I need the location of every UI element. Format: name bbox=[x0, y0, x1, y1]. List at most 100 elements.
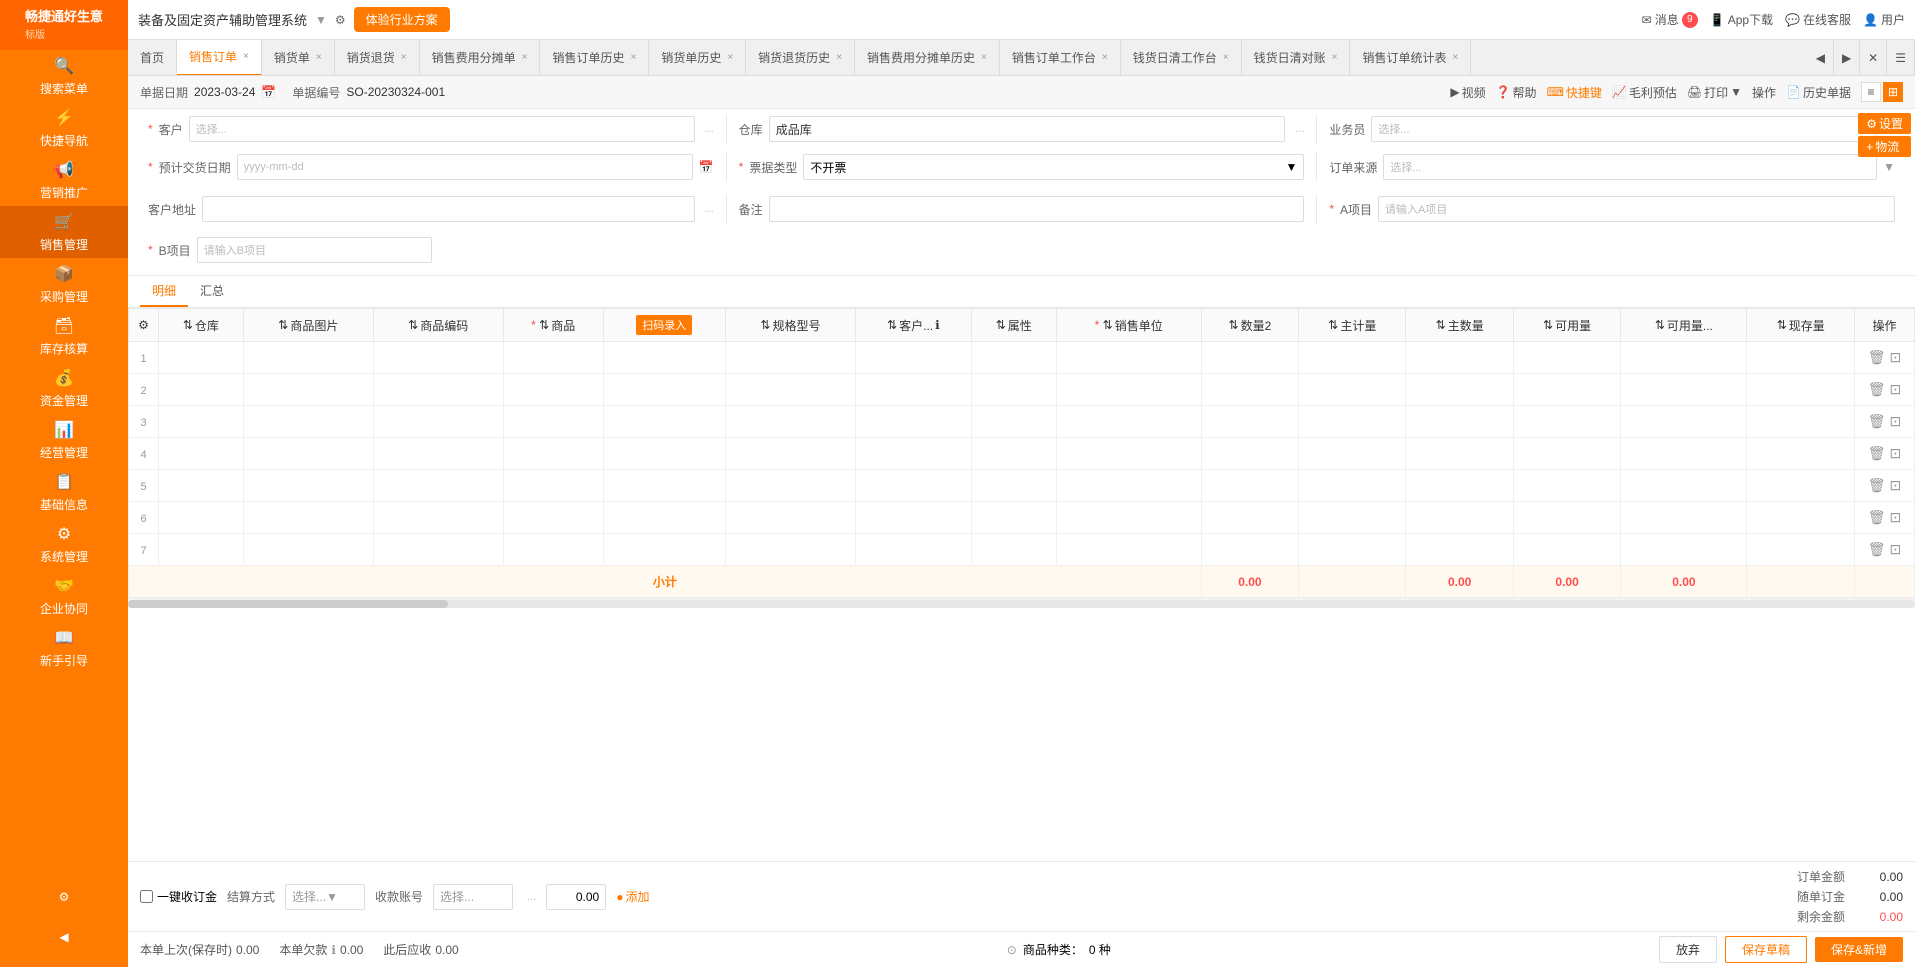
row-delete-4[interactable]: 🗑 bbox=[1868, 445, 1886, 462]
row-cell-4-6[interactable] bbox=[725, 438, 855, 470]
row-cell-3-12[interactable] bbox=[1406, 406, 1513, 438]
tab-close-7[interactable]: × bbox=[836, 52, 842, 63]
tab-close-8[interactable]: × bbox=[981, 52, 987, 63]
row-cell-2-6[interactable] bbox=[725, 374, 855, 406]
row-cell-7-4[interactable] bbox=[503, 534, 603, 566]
invoice-select[interactable]: 不开票 ▼ bbox=[803, 154, 1304, 180]
row-cell-6-5[interactable] bbox=[603, 502, 725, 534]
tab-11[interactable]: 钱货日清对账× bbox=[1242, 40, 1351, 76]
row-cell-5-7[interactable] bbox=[855, 470, 971, 502]
row-cell-2-7[interactable] bbox=[855, 374, 971, 406]
payment-method-select[interactable]: 选择... ▼ bbox=[285, 884, 365, 910]
row-cell-1-1[interactable] bbox=[159, 342, 244, 374]
tab-close-3[interactable]: × bbox=[401, 52, 407, 63]
row-cell-5-2[interactable] bbox=[243, 470, 373, 502]
tab-close-11[interactable]: × bbox=[1332, 52, 1338, 63]
row-cell-5-6[interactable] bbox=[725, 470, 855, 502]
row-cell-6-1[interactable] bbox=[159, 502, 244, 534]
row-cell-2-12[interactable] bbox=[1406, 374, 1513, 406]
staff-input[interactable]: 选择... bbox=[1371, 116, 1875, 142]
delivery-input[interactable]: yyyy-mm-dd bbox=[237, 154, 693, 180]
tab-menu-btn[interactable]: ☰ bbox=[1887, 40, 1915, 76]
history-btn[interactable]: 📄 历史单据 bbox=[1786, 84, 1851, 101]
tab-9[interactable]: 销售订单工作台× bbox=[1000, 40, 1121, 76]
row-cell-3-13[interactable] bbox=[1513, 406, 1620, 438]
order-source-dropdown-icon[interactable]: ▼ bbox=[1883, 160, 1895, 174]
row-cell-4-7[interactable] bbox=[855, 438, 971, 470]
address-more-btn[interactable]: ... bbox=[705, 203, 714, 215]
row-delete-7[interactable]: 🗑 bbox=[1868, 541, 1886, 558]
th-main-unit[interactable]: ⇅ 主计量 bbox=[1299, 309, 1406, 342]
th-image[interactable]: ⇅ 商品图片 bbox=[243, 309, 373, 342]
row-cell-1-14[interactable] bbox=[1621, 342, 1747, 374]
row-cell-1-9[interactable] bbox=[1056, 342, 1201, 374]
row-cell-7-13[interactable] bbox=[1513, 534, 1620, 566]
row-cell-2-13[interactable] bbox=[1513, 374, 1620, 406]
row-cell-2-5[interactable] bbox=[603, 374, 725, 406]
account-select[interactable]: 选择... bbox=[433, 884, 513, 910]
row-cell-1-6[interactable] bbox=[725, 342, 855, 374]
row-cell-7-5[interactable] bbox=[603, 534, 725, 566]
layout-list-btn[interactable]: ≡ bbox=[1861, 82, 1881, 102]
row-delete-1[interactable]: 🗑 bbox=[1868, 349, 1886, 366]
row-cell-7-9[interactable] bbox=[1056, 534, 1201, 566]
date-value[interactable]: 2023-03-24 bbox=[194, 85, 255, 99]
row-cell-6-15[interactable] bbox=[1747, 502, 1855, 534]
row-cell-5-9[interactable] bbox=[1056, 470, 1201, 502]
tab-close-9[interactable]: × bbox=[1102, 52, 1108, 63]
tab-close-all-btn[interactable]: ✕ bbox=[1860, 40, 1887, 76]
row-cell-5-5[interactable] bbox=[603, 470, 725, 502]
row-cell-1-12[interactable] bbox=[1406, 342, 1513, 374]
row-cell-7-3[interactable] bbox=[373, 534, 503, 566]
row-cell-4-2[interactable] bbox=[243, 438, 373, 470]
help-btn[interactable]: ❓ 帮助 bbox=[1496, 84, 1537, 101]
row-delete-2[interactable]: 🗑 bbox=[1868, 381, 1886, 398]
th-available[interactable]: ⇅ 可用量 bbox=[1513, 309, 1620, 342]
row-cell-3-15[interactable] bbox=[1747, 406, 1855, 438]
layout-grid-btn[interactable]: ⊞ bbox=[1883, 82, 1903, 102]
row-cell-6-4[interactable] bbox=[503, 502, 603, 534]
row-cell-4-8[interactable] bbox=[971, 438, 1056, 470]
th-main-qty[interactable]: ⇅ 主数量 bbox=[1406, 309, 1513, 342]
tab-4[interactable]: 销售费用分摊单× bbox=[420, 40, 541, 76]
row-cell-6-13[interactable] bbox=[1513, 502, 1620, 534]
shortcut-btn[interactable]: ⌨ 快捷键 bbox=[1547, 84, 1602, 101]
row-cell-5-15[interactable] bbox=[1747, 470, 1855, 502]
row-delete-6[interactable]: 🗑 bbox=[1868, 509, 1886, 526]
sidebar-item-guide[interactable]: 📖新手引导 bbox=[0, 622, 128, 674]
row-cell-2-9[interactable] bbox=[1056, 374, 1201, 406]
user-btn[interactable]: 👤 用户 bbox=[1863, 11, 1905, 28]
th-current-stock[interactable]: ⇅ 现存量 bbox=[1747, 309, 1855, 342]
row-cell-4-1[interactable] bbox=[159, 438, 244, 470]
row-cell-1-2[interactable] bbox=[243, 342, 373, 374]
row-cell-1-11[interactable] bbox=[1299, 342, 1406, 374]
sidebar-collapse[interactable]: ◀ bbox=[0, 917, 128, 957]
th-product[interactable]: ⇅ 商品 bbox=[503, 309, 603, 342]
row-cell-2-14[interactable] bbox=[1621, 374, 1747, 406]
row-cell-2-3[interactable] bbox=[373, 374, 503, 406]
sidebar-item-inventory[interactable]: 🗃库存核算 bbox=[0, 310, 128, 362]
row-cell-5-11[interactable] bbox=[1299, 470, 1406, 502]
row-cell-6-2[interactable] bbox=[243, 502, 373, 534]
settings-icon[interactable]: ⚙ bbox=[335, 13, 346, 27]
row-cell-2-2[interactable] bbox=[243, 374, 373, 406]
row-cell-6-12[interactable] bbox=[1406, 502, 1513, 534]
sidebar-item-enterprise[interactable]: 🤝企业协同 bbox=[0, 570, 128, 622]
row-cell-3-8[interactable] bbox=[971, 406, 1056, 438]
th-customer-code[interactable]: ⇅ 客户... ℹ bbox=[855, 309, 971, 342]
row-cell-2-8[interactable] bbox=[971, 374, 1056, 406]
tab-0[interactable]: 首页 bbox=[128, 40, 177, 76]
row-cell-4-3[interactable] bbox=[373, 438, 503, 470]
row-cell-6-10[interactable] bbox=[1201, 502, 1298, 534]
sidebar-item-basic[interactable]: 📋基础信息 bbox=[0, 466, 128, 518]
tab-7[interactable]: 销货退货历史× bbox=[746, 40, 855, 76]
row-cell-6-6[interactable] bbox=[725, 502, 855, 534]
sidebar-item-search[interactable]: 🔍搜索菜单 bbox=[0, 50, 128, 102]
row-cell-4-13[interactable] bbox=[1513, 438, 1620, 470]
tab-8[interactable]: 销售费用分摊单历史× bbox=[855, 40, 1000, 76]
address-input[interactable] bbox=[202, 196, 694, 222]
row-cell-3-5[interactable] bbox=[603, 406, 725, 438]
row-cell-7-2[interactable] bbox=[243, 534, 373, 566]
row-cell-5-4[interactable] bbox=[503, 470, 603, 502]
row-cell-5-3[interactable] bbox=[373, 470, 503, 502]
